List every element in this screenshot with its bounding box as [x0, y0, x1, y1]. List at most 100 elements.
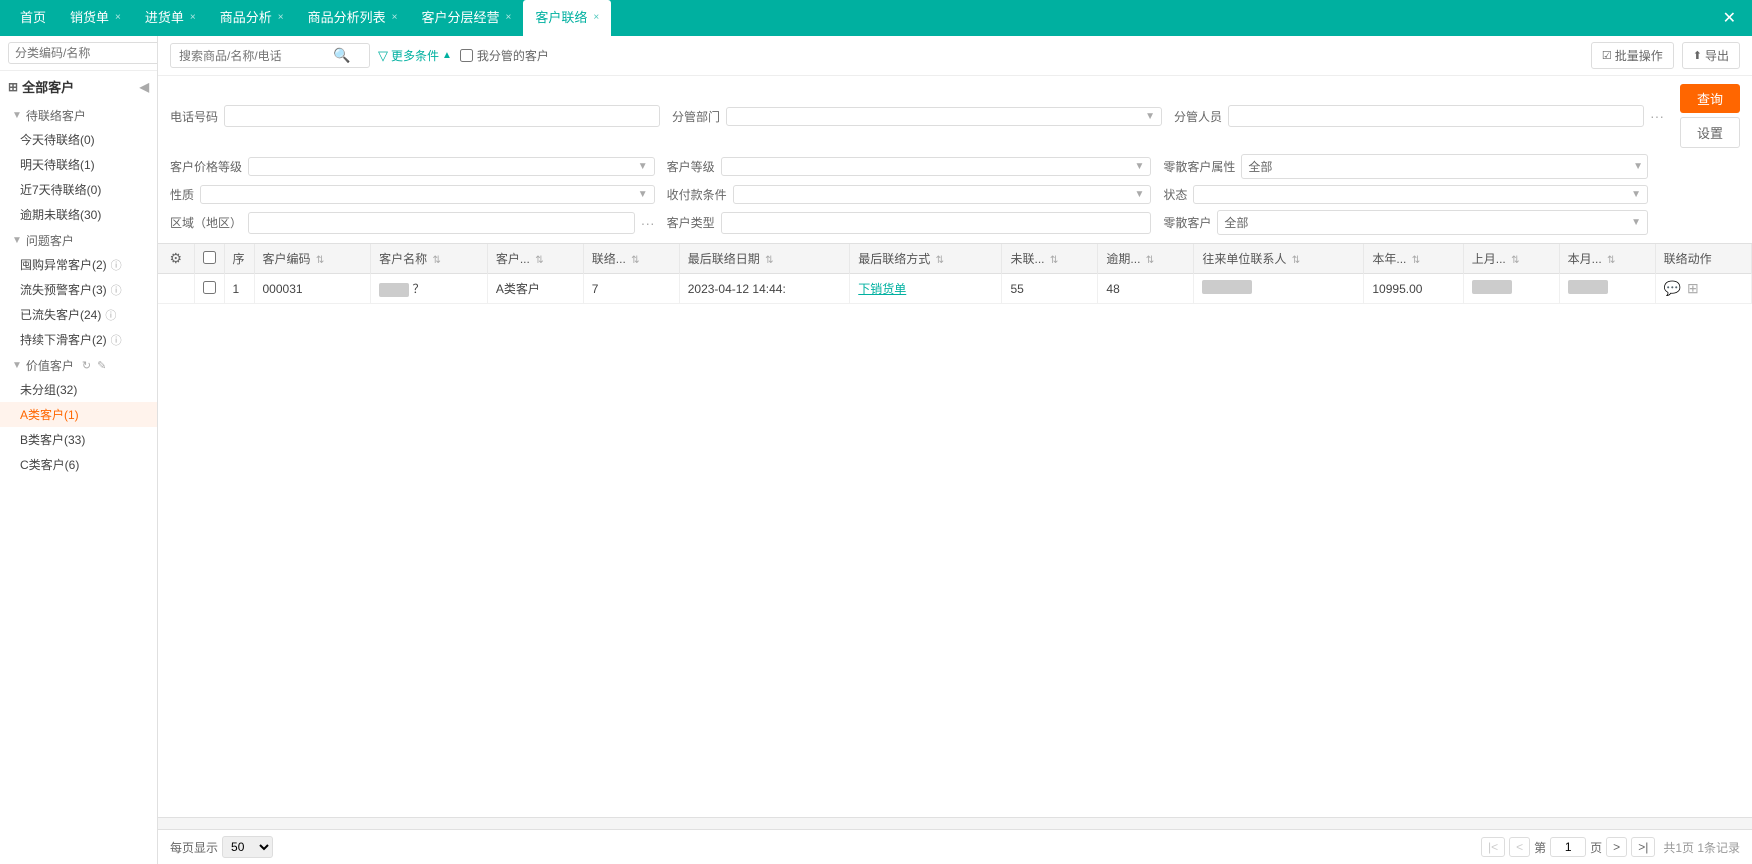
sidebar-item-type-c[interactable]: C类客户(6) [0, 452, 157, 477]
field-price-tier-select[interactable]: ▼ [248, 157, 655, 176]
export-button[interactable]: ⬆ 导出 [1682, 42, 1740, 69]
close-purchase-icon[interactable]: × [190, 0, 196, 36]
th-contact-count[interactable]: 联络... ⇅ [583, 244, 679, 274]
close-customer-contact-icon[interactable]: × [593, 0, 599, 36]
gear-settings-icon[interactable]: ⚙ [169, 250, 182, 266]
sidebar-group-value[interactable]: ▼ 价值客户 ↻ ✎ [0, 352, 157, 377]
field-status-select[interactable]: ▼ [1193, 185, 1648, 204]
query-button[interactable]: 查询 [1680, 84, 1740, 113]
th-year-amount[interactable]: 本年... ⇅ [1364, 244, 1463, 274]
field-region-input[interactable] [248, 212, 635, 234]
field-retail-attr: 零散客户属性 全部 ▼ [1163, 154, 1648, 179]
edit-group-icon[interactable]: ✎ [97, 359, 106, 372]
sort-contact2-icon: ⇅ [1292, 255, 1300, 266]
close-product-list-icon[interactable]: × [392, 0, 398, 36]
filter-more-btn[interactable]: ▽ 更多条件 ▲ [378, 47, 452, 64]
table-row: 1 000031 ？ A类客户 7 2023-04-12 14:44: 下销货单… [158, 274, 1752, 304]
manager-dots-icon[interactable]: ··· [1650, 108, 1664, 124]
field-customer-tier-select[interactable]: ▼ [721, 157, 1152, 176]
close-sales-icon[interactable]: × [115, 0, 121, 36]
field-customer-type-input[interactable] [721, 212, 1152, 234]
field-payment-select[interactable]: ▼ [733, 185, 1152, 204]
td-overdue: 48 [1098, 274, 1194, 304]
sidebar-all-customers: ⊞ 全部客户 ◀ ▼ 待联络客户 今天待联络(0) 明天待联络(1) 近7天待联… [0, 71, 157, 477]
nav-customer-contact[interactable]: 客户联络 × [523, 0, 611, 36]
next-page-button[interactable]: > [1606, 837, 1627, 857]
sidebar-item-overdue[interactable]: 逾期未联络(30) [0, 202, 157, 227]
filter-action-buttons: 查询 设置 [1680, 84, 1740, 148]
chat-action-icon[interactable]: 💬 [1664, 280, 1681, 297]
filter-search-input[interactable] [179, 49, 329, 63]
sidebar-item-abnormal[interactable]: 囤购异常客户(2) ⓘ [0, 252, 157, 277]
page-number-input[interactable] [1550, 837, 1586, 857]
table-container: ⚙ 序 客户编码 ⇅ 客户名称 ⇅ [158, 244, 1752, 817]
field-price-tier: 客户价格等级 ▼ [170, 157, 655, 176]
horizontal-scrollbar[interactable] [158, 817, 1752, 829]
select-all-checkbox[interactable] [203, 251, 216, 264]
nav-home[interactable]: 首页 [8, 0, 58, 36]
my-customer-checkbox[interactable] [460, 49, 473, 62]
window-close-button[interactable]: ✕ [1715, 8, 1744, 28]
sidebar-item-declining[interactable]: 持续下滑客户(2) ⓘ [0, 327, 157, 352]
field-manager: 分管人员 ··· [1174, 105, 1664, 127]
th-this-month[interactable]: 本月... ⇅ [1559, 244, 1655, 274]
filter-search-box[interactable]: 🔍 [170, 43, 370, 68]
th-last-month[interactable]: 上月... ⇅ [1463, 244, 1559, 274]
th-last-date[interactable]: 最后联络日期 ⇅ [679, 244, 850, 274]
sidebar-group-problem[interactable]: ▼ 问题客户 [0, 227, 157, 252]
th-overdue[interactable]: 逾期... ⇅ [1098, 244, 1194, 274]
collapse-icon[interactable]: ◀ [140, 80, 149, 94]
th-contact2[interactable]: 往来单位联系人 ⇅ [1194, 244, 1364, 274]
nav-purchase[interactable]: 进货单 × [133, 0, 208, 36]
filter-search-icon[interactable]: 🔍 [333, 47, 350, 64]
row-checkbox[interactable] [203, 281, 216, 294]
th-code[interactable]: 客户编码 ⇅ [254, 244, 371, 274]
sidebar-item-lost-warning[interactable]: 流失预警客户(3) ⓘ [0, 277, 157, 302]
field-dept-select[interactable]: ▼ [726, 107, 1162, 126]
th-type[interactable]: 客户... ⇅ [487, 244, 583, 274]
td-last-month [1463, 274, 1559, 304]
field-nature-select[interactable]: ▼ [200, 185, 655, 204]
sidebar-search-input[interactable] [8, 42, 158, 64]
field-manager-input[interactable] [1228, 105, 1644, 127]
field-phone-label: 电话号码 [170, 108, 218, 125]
th-gear[interactable]: ⚙ [158, 244, 194, 274]
region-dots-icon[interactable]: ··· [641, 215, 655, 231]
nav-sales[interactable]: 销货单 × [58, 0, 133, 36]
last-page-button[interactable]: >| [1631, 837, 1655, 857]
nav-customer-tier[interactable]: 客户分层经营 × [409, 0, 523, 36]
refresh-icon[interactable]: ↻ [82, 359, 91, 372]
td-action: 💬 ⊞ [1655, 274, 1751, 304]
field-retail-attr-select[interactable]: 全部 ▼ [1241, 154, 1648, 179]
close-product-analysis-icon[interactable]: × [278, 0, 284, 36]
sidebar-item-type-b[interactable]: B类客户(33) [0, 427, 157, 452]
prev-page-button[interactable]: < [1509, 837, 1530, 857]
sidebar-item-tomorrow[interactable]: 明天待联络(1) [0, 152, 157, 177]
field-retail-customer-select[interactable]: 全部 ▼ [1217, 210, 1648, 235]
sidebar-group-pending[interactable]: ▼ 待联络客户 [0, 102, 157, 127]
last-method-link[interactable]: 下销货单 [858, 282, 906, 296]
td-this-month [1559, 274, 1655, 304]
td-gear [158, 274, 194, 304]
settings-button[interactable]: 设置 [1680, 117, 1740, 148]
sidebar-item-unclassified[interactable]: 未分组(32) [0, 377, 157, 402]
sidebar-item-lost[interactable]: 已流失客户(24) ⓘ [0, 302, 157, 327]
th-name[interactable]: 客户名称 ⇅ [371, 244, 488, 274]
close-customer-tier-icon[interactable]: × [505, 0, 511, 36]
page-size-select[interactable]: 50 100 200 [222, 836, 273, 858]
grid-action-icon[interactable]: ⊞ [1687, 280, 1699, 297]
field-phone-input[interactable] [224, 105, 660, 127]
sidebar: 🔍 ⊞ 全部客户 ◀ ▼ 待联络客户 今天待联络(0) 明天待联络(1) 近7天… [0, 36, 158, 864]
first-page-button[interactable]: |< [1481, 837, 1505, 857]
sidebar-all-header[interactable]: ⊞ 全部客户 ◀ [0, 71, 157, 102]
batch-ops-button[interactable]: ☑ 批量操作 [1591, 42, 1674, 69]
sidebar-item-type-a[interactable]: A类客户(1) [0, 402, 157, 427]
sidebar-item-today[interactable]: 今天待联络(0) [0, 127, 157, 152]
sidebar-item-7days[interactable]: 近7天待联络(0) [0, 177, 157, 202]
th-not-contacted[interactable]: 未联... ⇅ [1002, 244, 1098, 274]
th-last-method[interactable]: 最后联络方式 ⇅ [850, 244, 1002, 274]
sort-this-month-icon: ⇅ [1607, 255, 1615, 266]
nav-product-list[interactable]: 商品分析列表 × [296, 0, 410, 36]
td-name: ？ [371, 274, 488, 304]
nav-product-analysis[interactable]: 商品分析 × [208, 0, 296, 36]
